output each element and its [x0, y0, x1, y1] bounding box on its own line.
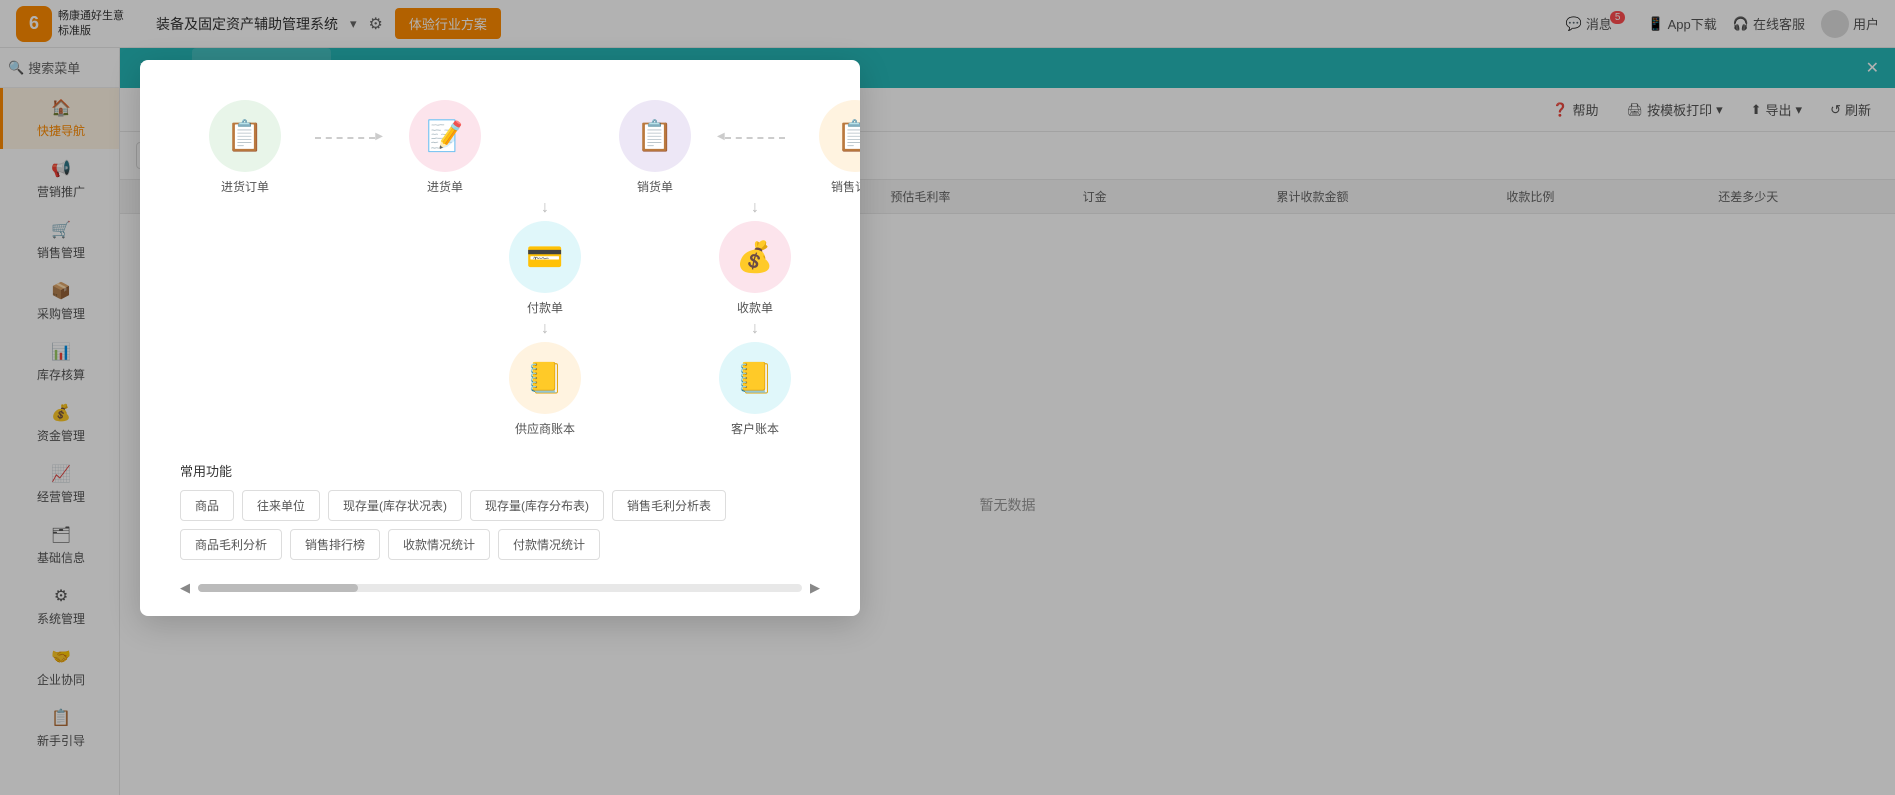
common-btn-4[interactable]: 销售毛利分析表	[612, 490, 726, 521]
flow-purchase-order[interactable]: 📋 进货订单	[180, 100, 310, 195]
sale-order-icon: 📋	[836, 119, 860, 154]
purchase-order-label: 进货订单	[221, 178, 269, 195]
receipt-label: 收款单	[737, 299, 773, 316]
common-btn-2[interactable]: 现存量(库存状况表)	[328, 490, 462, 521]
sale-bill-circle: 📋	[619, 100, 691, 172]
flow-sale-order[interactable]: 📋 销售订单	[790, 100, 860, 195]
arrow-down-payment: ↓	[541, 199, 549, 217]
common-buttons: 商品往来单位现存量(库存状况表) 现存量(库存分布表) 销售毛利分析表商品毛利分析销…	[180, 490, 820, 560]
supplier-ledger-circle: 📒	[509, 342, 581, 414]
common-btn-7[interactable]: 收款情况统计	[388, 529, 490, 560]
receipt-icon: 💰	[736, 240, 773, 275]
flow-purchase-bill[interactable]: 📝 进货单	[380, 100, 510, 195]
arrow-down-supplier: ↓	[541, 320, 549, 338]
customer-ledger-circle: 📒	[719, 342, 791, 414]
sale-order-label: 销售订单	[831, 178, 860, 195]
arrow-sale-order-to-bill: ◀	[720, 137, 790, 159]
scroll-right-icon[interactable]: ▶	[810, 580, 820, 596]
flow-customer-ledger[interactable]: ↓ 📒 客户账本	[690, 320, 820, 437]
supplier-ledger-icon: 📒	[526, 361, 563, 396]
payment-icon: 💳	[526, 240, 563, 275]
purchase-bill-label: 进货单	[427, 178, 463, 195]
flow-sale-bill[interactable]: 📋 销货单	[590, 100, 720, 195]
supplier-ledger-label: 供应商账本	[515, 420, 575, 437]
common-btn-8[interactable]: 付款情况统计	[498, 529, 600, 560]
purchase-order-circle: 📋	[209, 100, 281, 172]
receipt-circle: 💰	[719, 221, 791, 293]
modal-overlay[interactable]: 📋 进货订单 ▶	[120, 48, 1895, 795]
flow-receipt[interactable]: ↓ 💰 收款单	[690, 199, 820, 316]
common-btn-6[interactable]: 销售排行榜	[290, 529, 380, 560]
sale-bill-icon: 📋	[636, 119, 673, 154]
main-area: 🔍 搜索菜单 🏠 快捷导航 📢 营销推广 🛒 销售管理 📦 采购管理 📊	[0, 48, 1895, 795]
flow-modal: 📋 进货订单 ▶	[140, 60, 860, 616]
customer-ledger-icon: 📒	[736, 361, 773, 396]
app-wrapper: 6 畅康通好生意 标准版 装备及固定资产辅助管理系统 ▾ ⚙ 体验行业方案 💬 …	[0, 0, 1895, 795]
flow-diagram: 📋 进货订单 ▶	[180, 100, 820, 437]
arrow-purchase-to-bill: ▶	[310, 137, 380, 159]
flow-supplier-ledger[interactable]: ↓ 📒 供应商账本	[480, 320, 610, 437]
arrow-down-customer: ↓	[751, 320, 759, 338]
common-btn-3[interactable]: 现存量(库存分布表)	[470, 490, 604, 521]
purchase-bill-icon: 📝	[426, 119, 463, 154]
arrow-down-receipt: ↓	[751, 199, 759, 217]
flow-payment[interactable]: ↓ 💳 付款单	[480, 199, 610, 316]
scroll-track[interactable]	[198, 584, 802, 592]
common-section: 常用功能 商品往来单位现存量(库存状况表)现存量(库存分布表)销售毛利分析表商品…	[180, 461, 820, 560]
scroll-left-icon[interactable]: ◀	[180, 580, 190, 596]
scroll-area: ◀ ▶	[180, 580, 820, 596]
payment-circle: 💳	[509, 221, 581, 293]
common-btn-5[interactable]: 商品毛利分析	[180, 529, 282, 560]
sale-bill-label: 销货单	[637, 178, 673, 195]
purchase-order-icon: 📋	[226, 119, 263, 154]
sale-order-circle: 📋	[819, 100, 860, 172]
purchase-bill-circle: 📝	[409, 100, 481, 172]
customer-ledger-label: 客户账本	[731, 420, 779, 437]
common-btn-0[interactable]: 商品	[180, 490, 234, 521]
content-area: 首页 销售订单执行表 ✕ ✕ ❓ 帮助 🖨 按模板打印 ▾	[120, 48, 1895, 795]
common-btn-1[interactable]: 往来单位	[242, 490, 320, 521]
payment-label: 付款单	[527, 299, 563, 316]
common-section-title: 常用功能	[180, 461, 820, 480]
scroll-thumb	[198, 584, 358, 592]
